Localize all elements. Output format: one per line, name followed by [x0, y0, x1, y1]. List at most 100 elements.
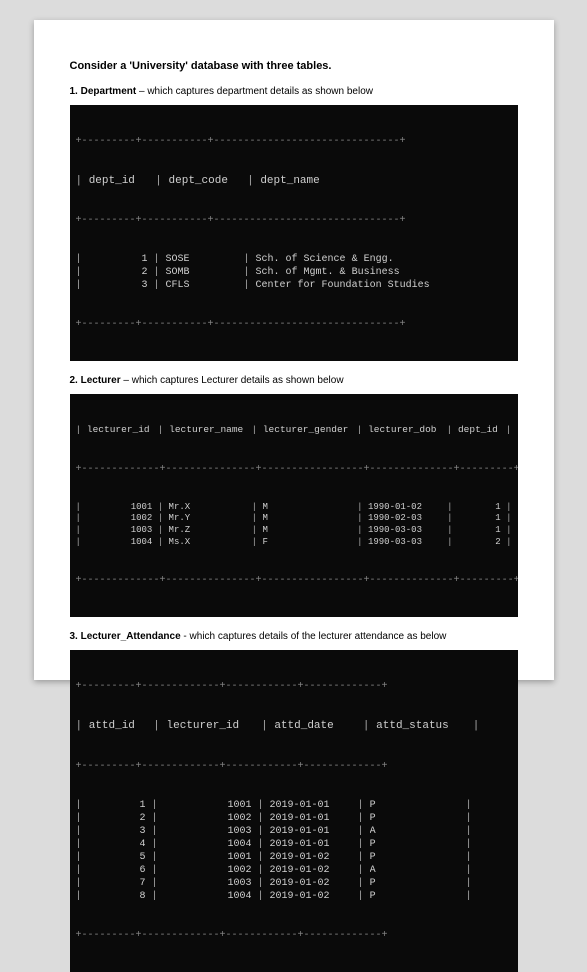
table-divider: +---------+-----------+-----------------…	[76, 214, 512, 227]
cell-lecturer-dob: 1990-01-02	[368, 502, 442, 514]
cell-dept-id: 2	[458, 537, 501, 549]
col-header: attd_id	[89, 719, 147, 733]
cell-lecturer-id: 1003	[164, 877, 252, 890]
cell-lecturer-dob: 1990-02-03	[368, 513, 442, 525]
cell-lecturer-dob: 1990-03-03	[368, 525, 442, 537]
table-divider: +-------------+---------------+---------…	[76, 574, 512, 587]
col-header: dept_id	[89, 174, 149, 188]
table-divider: +---------+-----------+-----------------…	[76, 135, 512, 148]
col-header: lecturer_gender	[263, 424, 351, 436]
cell-lecturer-id: 1002	[164, 864, 252, 877]
cell-attd-status: P	[370, 812, 460, 825]
table-row: | 8 | 1004 | 2019-01-02 | P |	[76, 890, 512, 903]
document-title: Consider a 'University' database with th…	[70, 60, 518, 72]
cell-lecturer-id: 1004	[164, 838, 252, 851]
col-header: lecturer_dob	[368, 424, 441, 436]
cell-attd-date: 2019-01-02	[270, 890, 352, 903]
cell-lecturer-gender: M	[262, 513, 351, 525]
cell-lecturer-name: Mr.X	[169, 502, 247, 514]
cell-attd-status: A	[370, 864, 460, 877]
cell-attd-id: 7	[88, 877, 146, 890]
table-row: | 2 | 1002 | 2019-01-01 | P |	[76, 812, 512, 825]
cell-lecturer-name: Mr.Y	[169, 513, 247, 525]
cell-lecturer-id: 1001	[164, 799, 252, 812]
cell-dept-id: 3	[88, 279, 148, 292]
cell-lecturer-id: 1002	[86, 513, 152, 525]
table-divider: +-------------+---------------+---------…	[76, 463, 512, 476]
table-row: | 1002 | Mr.Y | M | 1990-02-03 | 1 |	[76, 513, 512, 525]
col-header: lecturer_id	[87, 424, 152, 436]
cell-attd-date: 2019-01-01	[270, 825, 352, 838]
cell-dept-code: SOMB	[166, 266, 238, 279]
department-table: +---------+-----------+-----------------…	[70, 105, 518, 361]
cell-attd-date: 2019-01-02	[270, 864, 352, 877]
table-row: | 7 | 1003 | 2019-01-02 | P |	[76, 877, 512, 890]
cell-lecturer-id: 1002	[164, 812, 252, 825]
cell-lecturer-id: 1001	[86, 502, 152, 514]
cell-dept-name: Sch. of Science & Engg.	[256, 253, 466, 266]
table-divider: +---------+-----------+-----------------…	[76, 318, 512, 331]
attendance-table: +---------+-------------+------------+--…	[70, 650, 518, 971]
section-2-label: 2. Lecturer – which captures Lecturer de…	[70, 375, 518, 386]
cell-lecturer-name: Ms.X	[169, 537, 247, 549]
cell-dept-code: CFLS	[166, 279, 238, 292]
cell-attd-id: 3	[88, 825, 146, 838]
table-divider: +---------+-------------+------------+--…	[76, 680, 512, 693]
cell-lecturer-name: Mr.Z	[169, 525, 247, 537]
cell-lecturer-id: 1004	[86, 537, 152, 549]
section-3-label: 3. Lecturer_Attendance - which captures …	[70, 631, 518, 642]
table-row: | 5 | 1001 | 2019-01-02 | P |	[76, 851, 512, 864]
cell-lecturer-id: 1003	[164, 825, 252, 838]
cell-lecturer-gender: F	[262, 537, 351, 549]
col-header: lecturer_id	[167, 719, 255, 733]
lecturer-table: | lecturer_id | lecturer_name | lecturer…	[70, 394, 518, 617]
table-divider: +---------+-------------+------------+--…	[76, 760, 512, 773]
table-row: | 3 | 1003 | 2019-01-01 | A |	[76, 825, 512, 838]
cell-attd-id: 6	[88, 864, 146, 877]
cell-attd-date: 2019-01-01	[270, 812, 352, 825]
cell-dept-id: 1	[458, 525, 501, 537]
cell-dept-id: 2	[88, 266, 148, 279]
cell-attd-id: 5	[88, 851, 146, 864]
table-row: | 4 | 1004 | 2019-01-01 | P |	[76, 838, 512, 851]
table-divider: +---------+-------------+------------+--…	[76, 929, 512, 942]
col-header: dept_code	[169, 174, 241, 188]
cell-attd-date: 2019-01-02	[270, 877, 352, 890]
col-header: attd_date	[274, 719, 356, 733]
cell-attd-date: 2019-01-01	[270, 799, 352, 812]
col-header: lecturer_name	[169, 424, 246, 436]
cell-attd-id: 4	[88, 838, 146, 851]
cell-attd-id: 1	[88, 799, 146, 812]
table-row: | 3 | CFLS | Center for Foundation Studi…	[76, 279, 512, 292]
cell-lecturer-dob: 1990-03-03	[368, 537, 442, 549]
col-header: dept_name	[260, 174, 470, 188]
section-1-label: 1. Department – which captures departmen…	[70, 86, 518, 97]
cell-lecturer-gender: M	[262, 525, 351, 537]
cell-dept-name: Center for Foundation Studies	[256, 279, 466, 292]
cell-lecturer-id: 1003	[86, 525, 152, 537]
cell-attd-status: P	[370, 838, 460, 851]
document-page: Consider a 'University' database with th…	[34, 20, 554, 680]
table-header-row: | dept_id | dept_code | dept_name	[76, 174, 512, 188]
table-row: | 1 | SOSE | Sch. of Science & Engg.	[76, 253, 512, 266]
table-row: | 1004 | Ms.X | F | 1990-03-03 | 2 |	[76, 537, 512, 549]
table-header-row: | attd_id | lecturer_id | attd_date | at…	[76, 719, 512, 733]
cell-dept-id: 1	[458, 513, 501, 525]
col-header: attd_status	[376, 719, 466, 733]
cell-lecturer-gender: M	[262, 502, 351, 514]
cell-attd-status: P	[370, 877, 460, 890]
cell-dept-id: 1	[458, 502, 501, 514]
cell-dept-name: Sch. of Mgmt. & Business	[256, 266, 466, 279]
table-header-row: | lecturer_id | lecturer_name | lecturer…	[76, 424, 512, 436]
cell-lecturer-id: 1004	[164, 890, 252, 903]
cell-lecturer-id: 1001	[164, 851, 252, 864]
cell-attd-status: A	[370, 825, 460, 838]
table-row: | 2 | SOMB | Sch. of Mgmt. & Business	[76, 266, 512, 279]
cell-attd-id: 8	[88, 890, 146, 903]
cell-dept-code: SOSE	[166, 253, 238, 266]
cell-attd-status: P	[370, 890, 460, 903]
cell-attd-date: 2019-01-01	[270, 838, 352, 851]
col-header: dept_id	[458, 424, 500, 436]
cell-attd-status: P	[370, 851, 460, 864]
table-row: | 1001 | Mr.X | M | 1990-01-02 | 1 |	[76, 502, 512, 514]
